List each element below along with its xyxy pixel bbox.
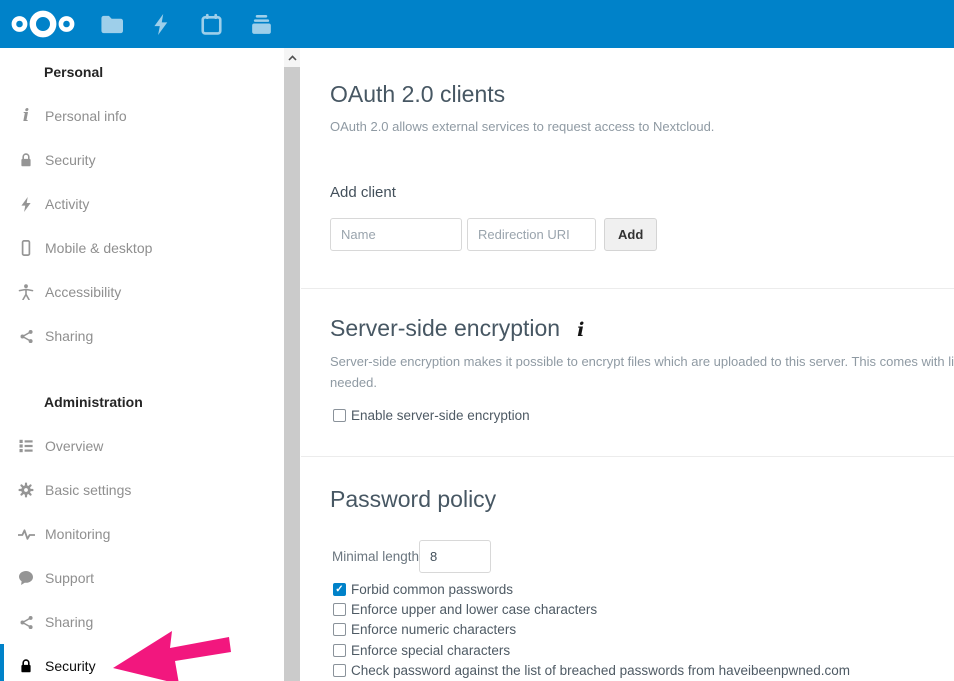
encryption-section-title: Server-side encryption i	[330, 315, 584, 342]
scroll-up-button[interactable]	[284, 48, 300, 67]
annotation-arrow	[106, 620, 238, 681]
chat-icon	[16, 570, 36, 586]
sidebar-item-label: Monitoring	[45, 526, 110, 542]
encryption-description-line1: Server-side encryption makes it possible…	[330, 354, 954, 369]
forbid-common-passwords-checkbox[interactable]: ✓ Forbid common passwords	[333, 582, 513, 597]
add-client-button[interactable]: Add	[604, 218, 657, 251]
sidebar-item-label: Personal info	[45, 108, 127, 124]
phone-icon	[16, 240, 36, 256]
checkbox-checked-icon[interactable]: ✓	[333, 583, 346, 596]
deck-app-button[interactable]	[236, 0, 286, 48]
checkbox-icon[interactable]	[333, 409, 346, 422]
sidebar-item-label: Support	[45, 570, 94, 586]
nextcloud-settings-window: Personal i Personal info Security Activi…	[0, 0, 954, 681]
enable-encryption-checkbox[interactable]: Enable server-side encryption	[333, 408, 530, 423]
share-icon	[16, 329, 36, 344]
pulse-icon	[16, 526, 36, 543]
list-icon	[16, 438, 36, 454]
sidebar-scrollbar[interactable]	[284, 48, 300, 681]
archive-icon	[250, 13, 273, 36]
calendar-app-button[interactable]	[186, 0, 236, 48]
sidebar-item-label: Basic settings	[45, 482, 131, 498]
sidebar-item-label: Security	[45, 152, 96, 168]
gear-icon	[16, 482, 36, 498]
chevron-up-icon	[288, 55, 297, 61]
section-header-administration: Administration	[44, 388, 143, 416]
section-divider	[301, 288, 954, 289]
sidebar-item-basic-settings[interactable]: Basic settings	[0, 468, 284, 512]
checkbox-label: Enforce special characters	[351, 643, 510, 658]
client-name-input[interactable]	[330, 218, 462, 251]
minimal-length-label: Minimal length	[332, 549, 419, 564]
sidebar-item-label: Overview	[45, 438, 103, 454]
checkbox-icon[interactable]	[333, 623, 346, 636]
sidebar-item-security-personal[interactable]: Security	[0, 138, 284, 182]
accessibility-icon	[16, 284, 36, 300]
lightning-icon	[16, 197, 36, 212]
sidebar-item-label: Accessibility	[45, 284, 121, 300]
info-icon[interactable]: i	[577, 319, 584, 341]
activity-app-button[interactable]	[136, 0, 186, 48]
sidebar-item-overview[interactable]: Overview	[0, 424, 284, 468]
oauth-description: OAuth 2.0 allows external services to re…	[330, 119, 714, 134]
info-icon: i	[16, 108, 36, 125]
check-hibp-checkbox[interactable]: Check password against the list of breac…	[333, 663, 850, 678]
checkbox-label: Enforce upper and lower case characters	[351, 602, 597, 617]
folder-icon	[100, 13, 123, 36]
checkbox-label: Enable server-side encryption	[351, 408, 530, 423]
section-divider	[301, 456, 954, 457]
minimal-length-input[interactable]	[419, 540, 491, 573]
checkbox-icon[interactable]	[333, 644, 346, 657]
password-policy-title: Password policy	[330, 486, 496, 513]
files-app-button[interactable]	[86, 0, 136, 48]
checkbox-label: Enforce numeric characters	[351, 622, 516, 637]
add-client-heading: Add client	[330, 184, 396, 201]
security-settings-content: OAuth 2.0 clients OAuth 2.0 allows exter…	[300, 48, 954, 681]
enforce-case-checkbox[interactable]: Enforce upper and lower case characters	[333, 602, 597, 617]
sidebar-item-label: Sharing	[45, 328, 93, 344]
checkbox-label: Forbid common passwords	[351, 582, 513, 597]
oauth-section-title: OAuth 2.0 clients	[330, 81, 505, 108]
sidebar-item-monitoring[interactable]: Monitoring	[0, 512, 284, 556]
lock-icon	[16, 152, 36, 168]
encryption-description-line2: needed.	[330, 375, 377, 390]
checkbox-label: Check password against the list of breac…	[351, 663, 850, 678]
sidebar-item-support[interactable]: Support	[0, 556, 284, 600]
enforce-numeric-checkbox[interactable]: Enforce numeric characters	[333, 622, 516, 637]
nextcloud-logo[interactable]	[10, 5, 76, 43]
checkbox-icon[interactable]	[333, 603, 346, 616]
sidebar-item-personal-info[interactable]: i Personal info	[0, 94, 284, 138]
sidebar-item-activity[interactable]: Activity	[0, 182, 284, 226]
encryption-title-text: Server-side encryption	[330, 315, 560, 341]
sidebar-item-label: Mobile & desktop	[45, 240, 152, 256]
sidebar-item-label: Security	[45, 658, 96, 674]
calendar-icon	[200, 13, 223, 36]
sidebar-item-mobile-desktop[interactable]: Mobile & desktop	[0, 226, 284, 270]
lock-icon	[16, 658, 36, 674]
settings-sidebar: Personal i Personal info Security Activi…	[0, 48, 300, 681]
top-header	[0, 0, 954, 48]
sidebar-item-label: Activity	[45, 196, 89, 212]
scrollbar-thumb[interactable]	[284, 67, 300, 681]
enforce-special-checkbox[interactable]: Enforce special characters	[333, 643, 510, 658]
checkbox-icon[interactable]	[333, 664, 346, 677]
share-icon	[16, 615, 36, 630]
sidebar-item-accessibility[interactable]: Accessibility	[0, 270, 284, 314]
redirection-uri-input[interactable]	[467, 218, 596, 251]
sidebar-item-sharing-personal[interactable]: Sharing	[0, 314, 284, 358]
section-header-personal: Personal	[44, 58, 103, 86]
sidebar-item-label: Sharing	[45, 614, 93, 630]
lightning-icon	[151, 14, 172, 35]
